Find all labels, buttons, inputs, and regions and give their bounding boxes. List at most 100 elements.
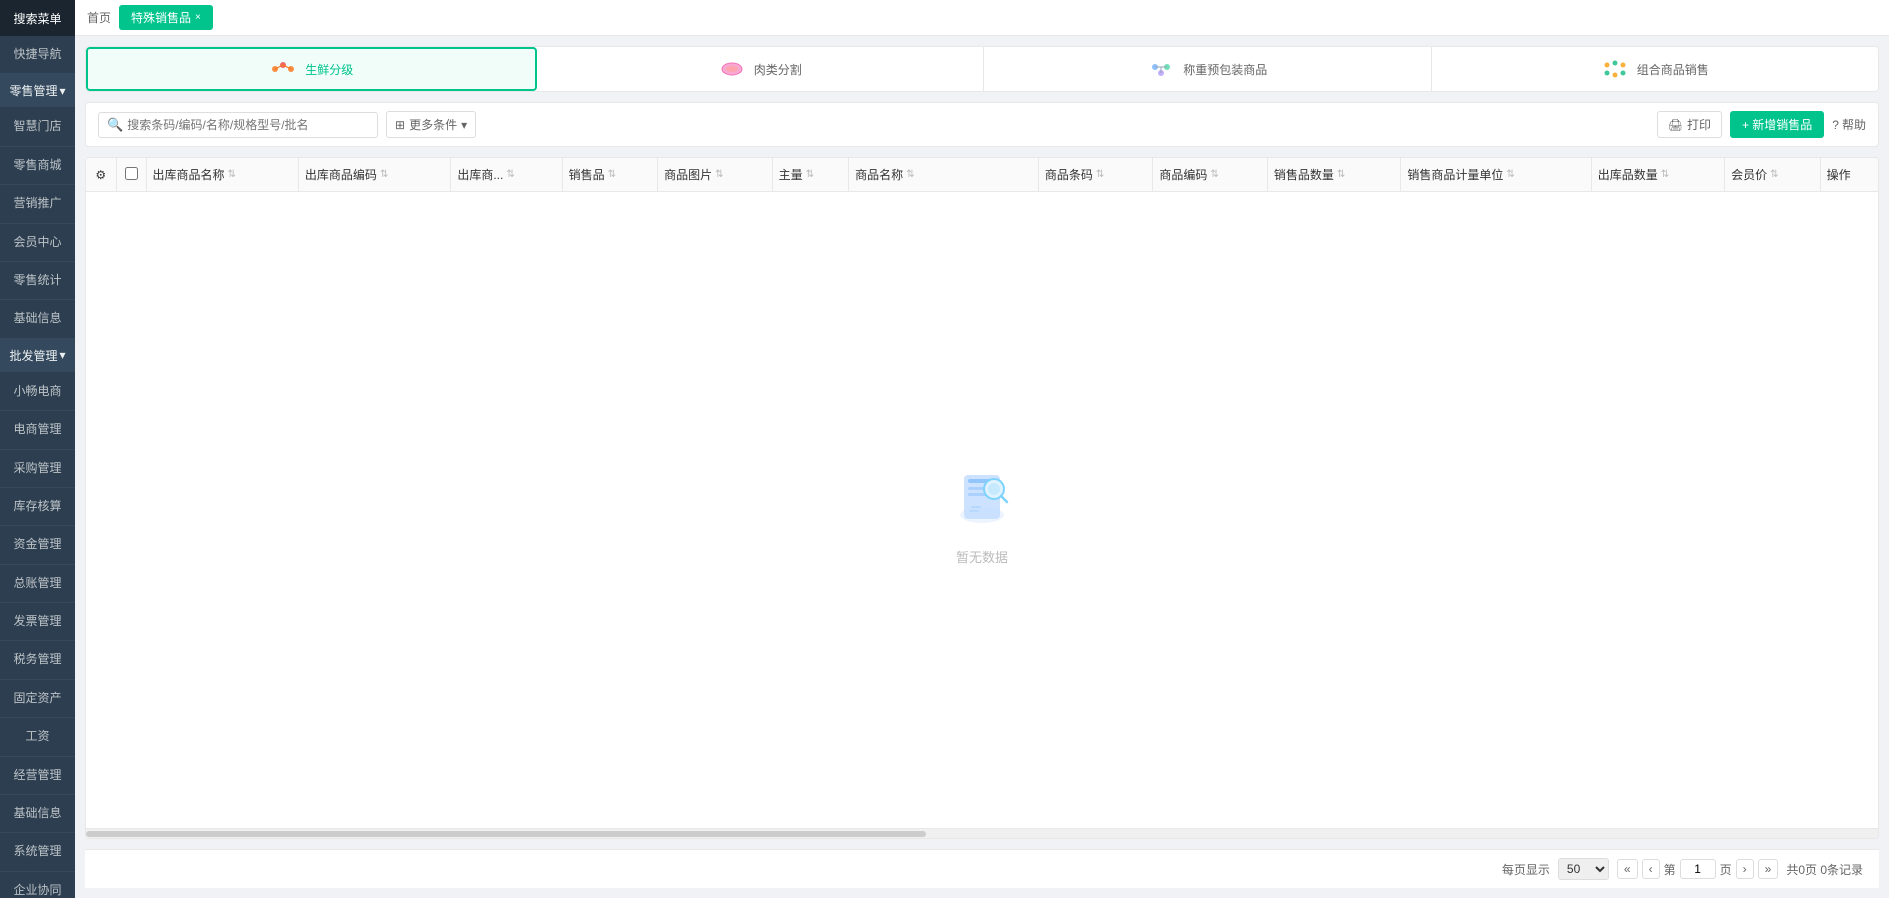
filter-label: 更多条件 [409, 116, 457, 133]
sidebar-item-fixed-assets[interactable]: 固定资产 [0, 680, 75, 718]
th-product-image[interactable]: 商品图片 ⇅ [658, 158, 772, 192]
page-prev-button[interactable]: ‹ [1642, 859, 1660, 879]
sidebar-item-general-ledger[interactable]: 总账管理 [0, 565, 75, 603]
sidebar-item-retail-stats[interactable]: 零售统计 [0, 262, 75, 300]
sidebar-logo-text: 搜索菜单 [13, 10, 61, 27]
search-box[interactable]: 🔍 [98, 112, 378, 138]
add-button[interactable]: + 新增销售品 [1730, 111, 1824, 138]
help-button[interactable]: ? 帮助 [1832, 116, 1866, 133]
tab-meat-label: 肉类分割 [754, 61, 802, 78]
sidebar-section-label: 零售管理 [9, 82, 57, 99]
sort-icon-7: ⇅ [906, 169, 914, 180]
print-icon: 🖨 [1668, 118, 1683, 132]
th-member-price[interactable]: 会员价 ⇅ [1725, 158, 1821, 192]
th-operation: 操作 [1820, 158, 1878, 192]
empty-illustration [942, 455, 1022, 535]
col-product-barcode-label: 商品条码 [1045, 166, 1093, 183]
sidebar-item-salary[interactable]: 工资 [0, 718, 75, 756]
sort-icon-6: ⇅ [806, 169, 814, 180]
sidebar-item-retail-mall[interactable]: 零售商城 [0, 147, 75, 185]
search-input[interactable] [127, 118, 367, 132]
chevron-down-icon-2: ▾ [59, 348, 65, 362]
col-out-product-spec-label: 出库商... [457, 166, 503, 183]
th-out-product-spec[interactable]: 出库商... ⇅ [451, 158, 562, 192]
col-product-name-label: 商品名称 [855, 166, 903, 183]
sidebar-item-label: 快捷导航 [13, 47, 61, 61]
help-label: 帮助 [1842, 116, 1866, 133]
per-page-select[interactable]: 50 10 20 100 [1558, 858, 1609, 880]
filter-icon: ⊞ [395, 118, 405, 132]
page-unit: 页 [1720, 861, 1732, 878]
topbar-tab-label: 特殊销售品 [131, 9, 191, 26]
sort-icon-13: ⇅ [1770, 169, 1778, 180]
sidebar-item-basic-info[interactable]: 基础信息 [0, 300, 75, 338]
th-sale-product[interactable]: 销售品 ⇅ [562, 158, 658, 192]
th-sale-unit[interactable]: 销售商品计量单位 ⇅ [1401, 158, 1591, 192]
th-sale-qty[interactable]: 销售品数量 ⇅ [1267, 158, 1400, 192]
th-out-product-code[interactable]: 出库商品编码 ⇅ [298, 158, 450, 192]
close-icon[interactable]: × [195, 12, 201, 23]
horizontal-scrollbar[interactable] [86, 828, 1878, 838]
topbar-home[interactable]: 首页 [87, 9, 111, 26]
sidebar: 搜索菜单 快捷导航 零售管理 ▾ 智慧门店 零售商城 营销推广 会员中心 零售统… [0, 0, 75, 898]
sidebar-item-invoice-mgmt[interactable]: 发票管理 [0, 603, 75, 641]
total-text: 共0页 0条记录 [1786, 861, 1863, 878]
sidebar-item-finance[interactable]: 资金管理 [0, 526, 75, 564]
page-next-button[interactable]: › [1736, 859, 1754, 879]
sort-icon-10: ⇅ [1337, 169, 1345, 180]
tab-fresh-grade[interactable]: 生鲜分级 [86, 47, 537, 91]
col-member-price-label: 会员价 [1731, 166, 1767, 183]
scrollbar-thumb[interactable] [86, 831, 926, 837]
th-out-qty[interactable]: 出库品数量 ⇅ [1591, 158, 1724, 192]
sidebar-item-mini-ecom[interactable]: 小畅电商 [0, 373, 75, 411]
sidebar-section-wholesale[interactable]: 批发管理 ▾ [0, 339, 75, 373]
col-sale-product-label: 销售品 [569, 166, 605, 183]
th-out-product-name[interactable]: 出库商品名称 ⇅ [146, 158, 298, 192]
page-last-button[interactable]: » [1758, 859, 1779, 879]
content-area: 生鲜分级 肉类分割 [75, 36, 1889, 898]
col-product-code-label: 商品编码 [1159, 166, 1207, 183]
col-out-product-name-label: 出库商品名称 [153, 166, 225, 183]
col-sale-qty-label: 销售品数量 [1274, 166, 1334, 183]
sidebar-item-basic-info2[interactable]: 基础信息 [0, 795, 75, 833]
th-product-name[interactable]: 商品名称 ⇅ [849, 158, 1039, 192]
sidebar-item-ecom-mgmt[interactable]: 电商管理 [0, 411, 75, 449]
topbar-active-tab[interactable]: 特殊销售品 × [119, 5, 213, 30]
tab-meat-cut[interactable]: 肉类分割 [537, 47, 985, 91]
toolbar-right: 🖨 打印 + 新增销售品 ? 帮助 [1657, 111, 1866, 138]
sidebar-section-retail[interactable]: 零售管理 ▾ [0, 74, 75, 108]
add-label: + 新增销售品 [1742, 116, 1812, 133]
tab-combo-sale[interactable]: 组合商品销售 [1432, 47, 1879, 91]
sidebar-item-inventory[interactable]: 库存核算 [0, 488, 75, 526]
meat-icon [718, 59, 746, 79]
sort-icon: ⇅ [228, 169, 236, 180]
sidebar-item-smart-store[interactable]: 智慧门店 [0, 108, 75, 146]
sidebar-item-sys-mgmt[interactable]: 系统管理 [0, 833, 75, 871]
chevron-down-icon-filter: ▾ [461, 118, 467, 132]
th-checkbox[interactable] [116, 158, 146, 192]
filter-button[interactable]: ⊞ 更多条件 ▾ [386, 111, 476, 138]
th-weight[interactable]: 主量 ⇅ [772, 158, 849, 192]
sidebar-item-sales-promo[interactable]: 营销推广 [0, 185, 75, 223]
th-product-barcode[interactable]: 商品条码 ⇅ [1038, 158, 1152, 192]
sidebar-item-purchase-mgmt[interactable]: 采购管理 [0, 450, 75, 488]
sidebar-item-tax-mgmt[interactable]: 税务管理 [0, 641, 75, 679]
sidebar-item-ops-mgmt[interactable]: 经营管理 [0, 757, 75, 795]
sidebar-logo[interactable]: 搜索菜单 [0, 0, 75, 36]
topbar: 首页 特殊销售品 × [75, 0, 1889, 36]
th-settings[interactable]: ⚙ [86, 158, 116, 192]
settings-icon[interactable]: ⚙ [95, 168, 106, 182]
combo-icon [1601, 59, 1629, 79]
sort-icon-8: ⇅ [1096, 169, 1104, 180]
main-area: 首页 特殊销售品 × 生鲜分级 [75, 0, 1889, 898]
sidebar-item-member-center[interactable]: 会员中心 [0, 224, 75, 262]
select-all-checkbox[interactable] [125, 167, 138, 180]
sidebar-item-corp-agreement[interactable]: 企业协同 [0, 872, 75, 898]
page-input[interactable] [1680, 859, 1716, 879]
sort-icon-12: ⇅ [1661, 169, 1669, 180]
sidebar-item-quick-nav[interactable]: 快捷导航 [0, 36, 75, 74]
page-first-button[interactable]: « [1617, 859, 1638, 879]
th-product-code[interactable]: 商品编码 ⇅ [1153, 158, 1267, 192]
tab-weight-pack[interactable]: 称重预包装商品 [984, 47, 1432, 91]
print-button[interactable]: 🖨 打印 [1657, 111, 1722, 138]
